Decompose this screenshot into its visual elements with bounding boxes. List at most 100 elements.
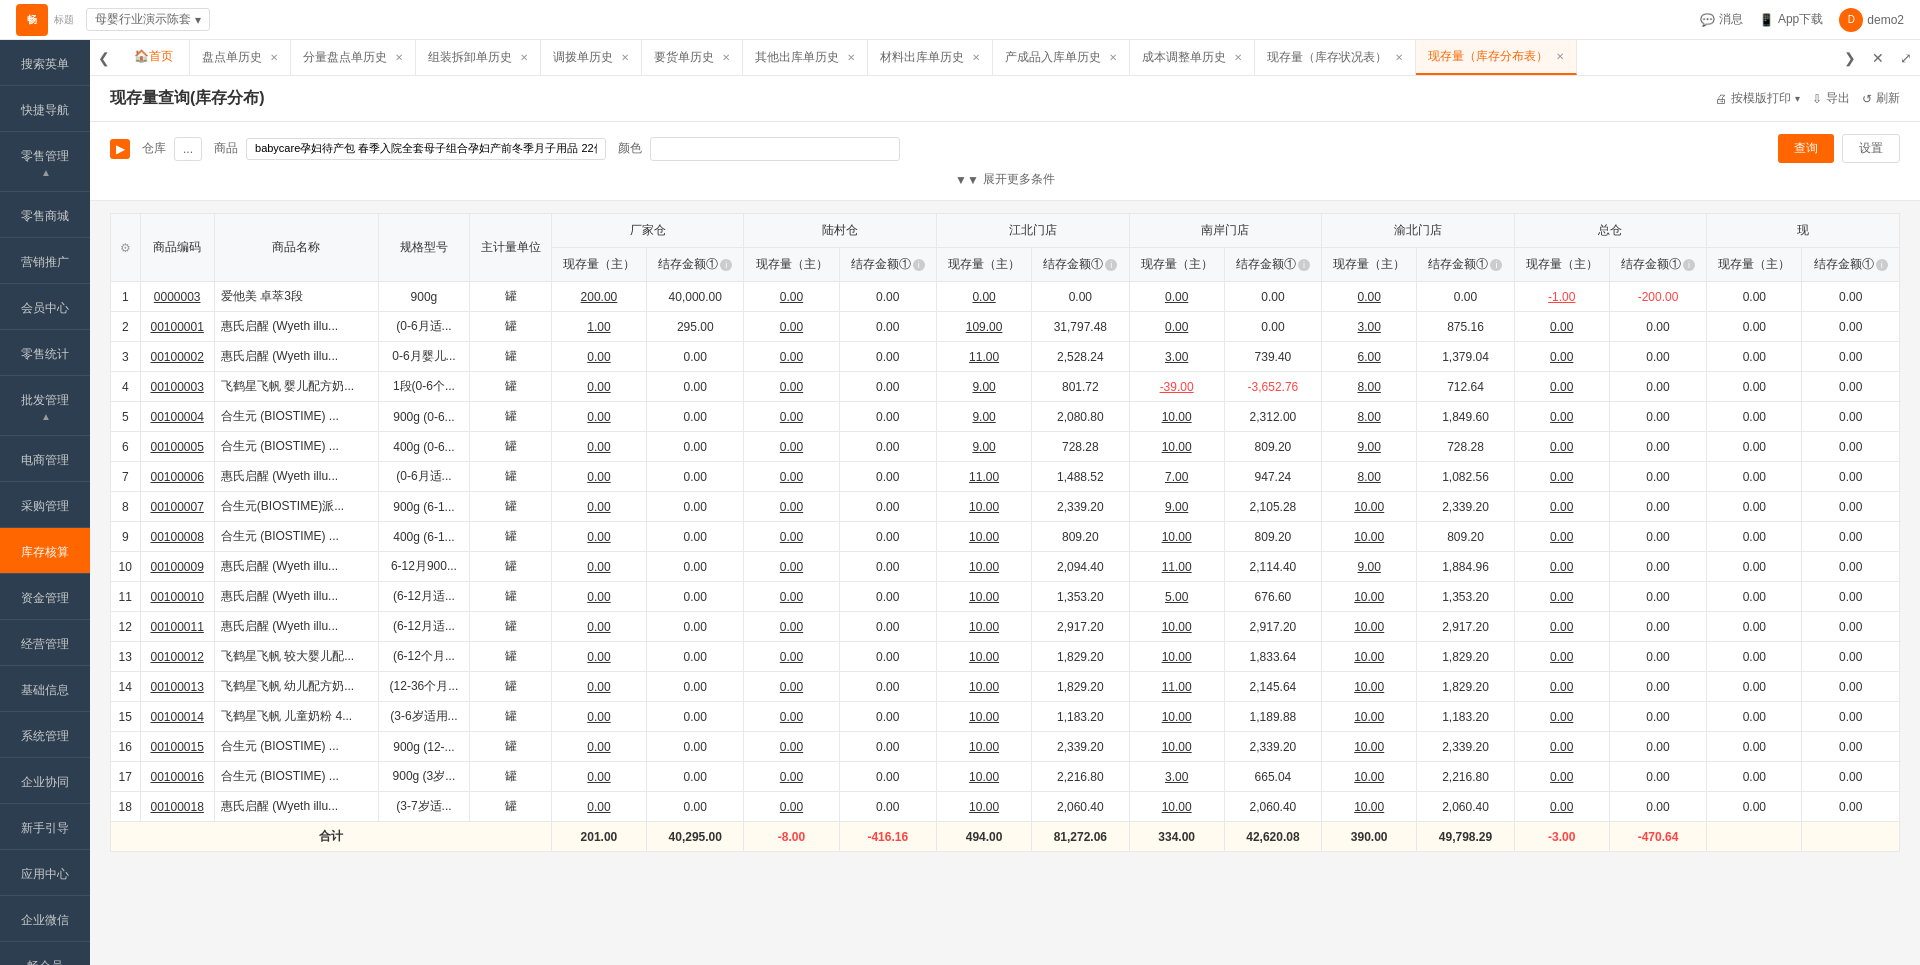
row-mountain-balance: 0.00 [839,792,936,822]
tab-order-history[interactable]: 要货单历史✕ [642,40,743,75]
sidebar-item-finance[interactable]: 资金管理 [0,574,90,620]
sidebar-item-enterprise[interactable]: 企业协同 [0,758,90,804]
table-row: 12 00100011 惠氏启醒 (Wyeth illu... (6-12月适.… [111,612,1900,642]
sidebar-item-mall[interactable]: 零售商城 [0,192,90,238]
tab-stock-dist[interactable]: 现存量（库存分布表）✕ [1416,40,1577,75]
row-factory-balance: 0.00 [647,732,744,762]
page-header-actions: 🖨 按模版打印 ▾ ⇩ 导出 ↺ 刷新 [1715,90,1900,107]
sidebar-item-purchase[interactable]: 采购管理 [0,482,90,528]
row-index: 11 [111,582,141,612]
sidebar-item-vip[interactable]: 畅会员 [0,942,90,965]
row-factory-stock: 0.00 [551,702,646,732]
sidebar-item-wechat[interactable]: 企业微信 [0,896,90,942]
expand-conditions-btn[interactable]: ▼▼ 展开更多条件 [955,171,1055,188]
export-label: 导出 [1826,90,1850,107]
collapse-btn[interactable]: ▶ [110,139,130,159]
sidebar-item-search[interactable]: 搜索英单 [0,40,90,86]
sidebar-item-label: 应用中心 [8,866,82,883]
industry-selector[interactable]: 母婴行业演示陈套 ▾ [86,8,210,31]
row-yubeifu-stock: 10.00 [1322,792,1417,822]
table-wrapper[interactable]: ⚙ 商品编码 商品名称 规格型号 主计量单位 厂家仓 陆村仓 江北门店 南岸门店… [110,213,1900,852]
tab-close-icon[interactable]: ✕ [972,52,980,63]
table-row: 1 0000003 爱他美 卓萃3段 900g 罐 200.00 40,000.… [111,282,1900,312]
row-jiangbei-balance: 1,183.20 [1032,702,1129,732]
row-extra-balance: 0.00 [1802,762,1900,792]
query-btn[interactable]: 查询 [1778,134,1834,163]
sidebar-item-nav[interactable]: 快捷导航 [0,86,90,132]
row-jiangbei-stock: 9.00 [937,372,1032,402]
row-factory-stock: 0.00 [551,732,646,762]
tab-close-icon[interactable]: ✕ [621,52,629,63]
tab-assemble-history[interactable]: 组装拆卸单历史✕ [416,40,541,75]
refresh-icon: ↺ [1862,92,1872,106]
row-nanan-stock: 3.00 [1129,762,1224,792]
tab-material-out[interactable]: 材料出库单历史✕ [868,40,993,75]
table-row: 10 00100009 惠氏启醒 (Wyeth illu... 6-12月900… [111,552,1900,582]
color-input[interactable] [650,137,900,161]
tab-finished-in[interactable]: 产成品入库单历史✕ [993,40,1130,75]
row-extra-stock: 0.00 [1707,672,1802,702]
row-name: 惠氏启醒 (Wyeth illu... [214,552,378,582]
total-nanan-stock: 334.00 [1129,822,1224,852]
tab-close-icon[interactable]: ✕ [395,52,403,63]
print-btn[interactable]: 🖨 按模版打印 ▾ [1715,90,1800,107]
tab-stock-status[interactable]: 现存量（库存状况表）✕ [1255,40,1416,75]
row-jiangbei-stock: 11.00 [937,342,1032,372]
tab-cost-adjust[interactable]: 成本调整单历史✕ [1130,40,1255,75]
row-yubeifu-stock: 10.00 [1322,612,1417,642]
tab-close-icon[interactable]: ✕ [1395,52,1403,63]
sidebar-item-basic-info[interactable]: 基础信息 [0,666,90,712]
app-download-btn[interactable]: 📱 App下载 [1759,11,1823,28]
sidebar-item-member[interactable]: 会员中心 [0,284,90,330]
tab-next-btn[interactable]: ❯ [1836,50,1864,66]
tab-close-icon[interactable]: ✕ [722,52,730,63]
sidebar-item-ecommerce[interactable]: 电商管理 [0,436,90,482]
sidebar-item-inventory[interactable]: 库存核算 [0,528,90,574]
message-btn[interactable]: 💬 消息 [1700,11,1743,28]
product-input[interactable] [246,138,606,160]
sidebar-item-retail[interactable]: 零售管理▲ [0,132,90,192]
row-jiangbei-balance: 1,353.20 [1032,582,1129,612]
row-code: 00100010 [140,582,214,612]
sidebar-item-guide[interactable]: 新手引导 [0,804,90,850]
tab-other-out[interactable]: 其他出库单历史✕ [743,40,868,75]
row-mountain-stock: 0.00 [744,582,839,612]
sidebar-item-management[interactable]: 经营管理 [0,620,90,666]
row-yubeifu-stock: 10.00 [1322,672,1417,702]
tab-close-icon[interactable]: ✕ [270,52,278,63]
row-index: 10 [111,552,141,582]
tab-close-icon[interactable]: ✕ [1234,52,1242,63]
tab-close-all-btn[interactable]: ✕ [1864,50,1892,66]
row-nanan-balance: 809.20 [1224,432,1321,462]
warehouse-input[interactable]: ... [174,137,202,161]
row-mountain-stock: 0.00 [744,342,839,372]
row-yubeifu-stock: 10.00 [1322,582,1417,612]
tab-close-icon[interactable]: ✕ [1109,52,1117,63]
export-btn[interactable]: ⇩ 导出 [1812,90,1850,107]
row-extra-balance: 0.00 [1802,372,1900,402]
row-total-stock: 0.00 [1514,342,1609,372]
total-row: 合计 201.00 40,295.00 -8.00 -416.16 494.00… [111,822,1900,852]
tab-close-icon[interactable]: ✕ [1556,51,1564,62]
tab-stock-history[interactable]: 盘点单历史✕ [190,40,291,75]
sidebar-item-apps[interactable]: 应用中心 [0,850,90,896]
tab-partial-stock[interactable]: 分量盘点单历史✕ [291,40,416,75]
tab-close-icon[interactable]: ✕ [847,52,855,63]
row-code: 00100007 [140,492,214,522]
name-col-header: 商品名称 [214,214,378,282]
row-name: 合生元 (BIOSTIME) ... [214,762,378,792]
settings-btn[interactable]: 设置 [1842,134,1900,163]
sidebar-item-retail-stats[interactable]: 零售统计 [0,330,90,376]
tab-close-icon[interactable]: ✕ [520,52,528,63]
tab-transfer-history[interactable]: 调拨单历史✕ [541,40,642,75]
sidebar-item-system[interactable]: 系统管理 [0,712,90,758]
tab-prev-btn[interactable]: ❮ [90,50,118,66]
tab-home[interactable]: 🏠首页 [118,40,190,75]
row-nanan-stock: 11.00 [1129,672,1224,702]
row-mountain-stock: 0.00 [744,612,839,642]
user-area[interactable]: D demo2 [1839,8,1904,32]
refresh-btn[interactable]: ↺ 刷新 [1862,90,1900,107]
tab-expand-btn[interactable]: ⤢ [1892,50,1920,66]
sidebar-item-marketing[interactable]: 营销推广 [0,238,90,284]
sidebar-item-wholesale[interactable]: 批发管理▲ [0,376,90,436]
